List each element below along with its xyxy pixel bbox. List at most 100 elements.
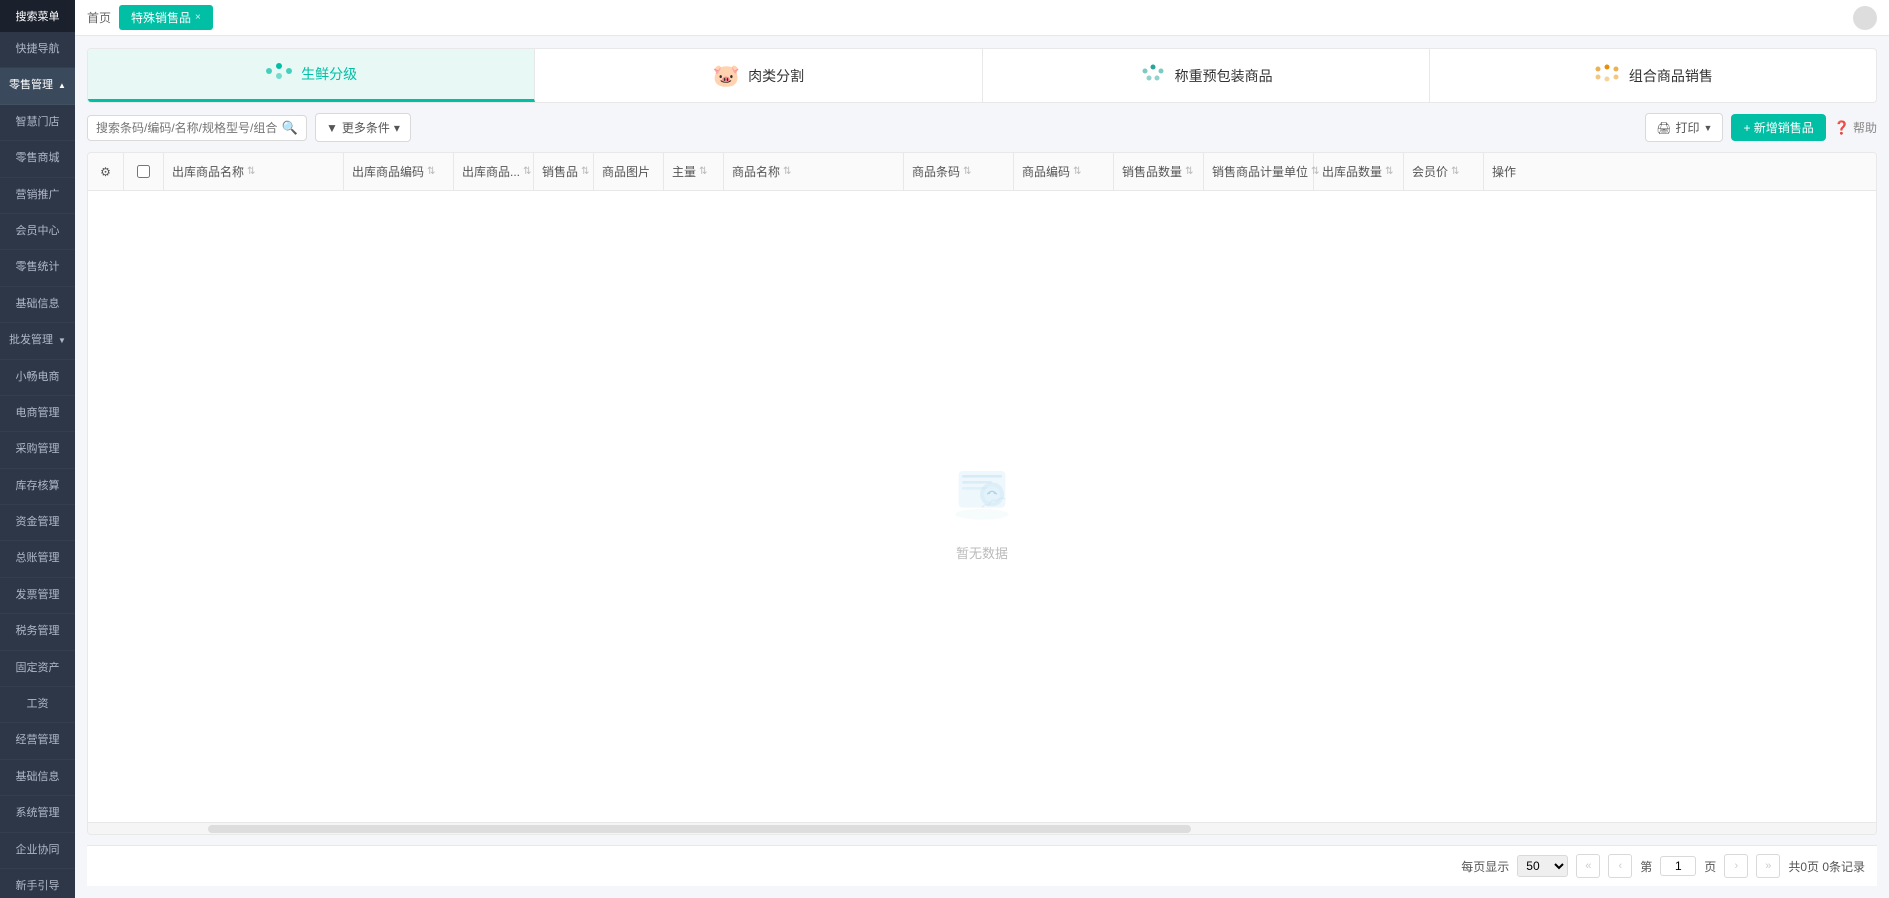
sidebar-item-label: 快捷导航 [16, 42, 60, 57]
fresh-grade-icon [265, 61, 293, 87]
sidebar-item-invoice-mgmt[interactable]: 发票管理 [0, 578, 75, 614]
sidebar-item-label: 小畅电商 [16, 370, 60, 385]
last-page-icon: » [1765, 860, 1771, 872]
topbar-current-tab[interactable]: 特殊销售品 × [119, 5, 213, 30]
prev-page-icon: ‹ [1618, 860, 1622, 872]
pagination: 每页显示 50 10 20 100 « ‹ 第 页 › » 共0页 0条记录 [87, 845, 1877, 886]
sidebar-item-tax-mgmt[interactable]: 税务管理 [0, 614, 75, 650]
search-input[interactable] [96, 121, 278, 135]
last-page-button[interactable]: » [1756, 854, 1780, 878]
toolbar: 🔍 ▼ 更多条件 ▾ 🖨 打印 ▼ + 新增销售品 ❓ 帮助 [87, 113, 1877, 142]
sort-icon[interactable]: ⇅ [427, 166, 435, 177]
sidebar-item-label: 基础信息 [16, 770, 60, 785]
th-product-name: 商品名称 ⇅ [724, 153, 904, 190]
sidebar-item-label: 工资 [27, 697, 49, 712]
table-header: ⚙ 出库商品名称 ⇅ 出库商品编码 ⇅ 出库商品... ⇅ [88, 153, 1876, 191]
print-label: 打印 [1676, 119, 1700, 136]
tab-combo[interactable]: 组合商品销售 [1430, 49, 1876, 102]
page-number-input[interactable] [1660, 856, 1696, 876]
combo-icon [1593, 63, 1621, 89]
sidebar-item-label: 企业协同 [16, 843, 60, 858]
th-barcode: 商品条码 ⇅ [904, 153, 1014, 190]
sidebar-item-label: 新手引导 [16, 879, 60, 894]
sort-icon[interactable]: ⇅ [247, 166, 255, 177]
next-page-icon: › [1734, 860, 1738, 872]
sidebar-item-salary[interactable]: 工资 [0, 687, 75, 723]
printer-icon: 🖨 [1656, 121, 1671, 135]
sidebar-item-general-ledger[interactable]: 总账管理 [0, 541, 75, 577]
tab-meat-cut[interactable]: 🐷 肉类分割 [535, 49, 982, 102]
sidebar-item-capital-mgmt[interactable]: 资金管理 [0, 505, 75, 541]
tab-fresh-grade[interactable]: 生鲜分级 [88, 49, 535, 102]
sidebar-item-label: 零售管理 [9, 78, 53, 93]
horizontal-scrollbar[interactable] [88, 822, 1876, 834]
help-button[interactable]: ❓ 帮助 [1834, 119, 1877, 136]
tab-weight-pack[interactable]: 称重预包装商品 [983, 49, 1430, 102]
scrollbar-track [208, 825, 1191, 833]
per-page-select[interactable]: 50 10 20 100 [1517, 855, 1568, 877]
sidebar-item-basic-info[interactable]: 基础信息 [0, 287, 75, 323]
topbar: 首页 特殊销售品 × [75, 0, 1889, 36]
next-page-button[interactable]: › [1724, 854, 1748, 878]
sort-icon[interactable]: ⇅ [963, 166, 971, 177]
close-tab-icon[interactable]: × [195, 12, 201, 23]
sort-icon[interactable]: ⇅ [1073, 166, 1081, 177]
sidebar-item-retail-mgmt[interactable]: 零售管理 ▲ [0, 68, 75, 104]
search-box[interactable]: 🔍 [87, 115, 307, 141]
sidebar-item-purchase-mgmt[interactable]: 采购管理 [0, 432, 75, 468]
sort-icon[interactable]: ⇅ [581, 166, 589, 177]
sidebar-item-inventory[interactable]: 库存核算 [0, 469, 75, 505]
sidebar-item-smart-store[interactable]: 智慧门店 [0, 105, 75, 141]
th-sales-unit: 销售商品计量单位 ⇅ [1204, 153, 1314, 190]
data-table: ⚙ 出库商品名称 ⇅ 出库商品编码 ⇅ 出库商品... ⇅ [87, 152, 1877, 835]
sort-icon[interactable]: ⇅ [783, 166, 791, 177]
th-settings[interactable]: ⚙ [88, 153, 124, 190]
print-button[interactable]: 🖨 打印 ▼ [1645, 113, 1723, 142]
pig-icon: 🐷 [713, 63, 740, 89]
sidebar-item-ops-mgmt[interactable]: 经营管理 [0, 723, 75, 759]
th-member-price-label: 会员价 [1412, 163, 1448, 180]
th-checkbox[interactable] [124, 153, 164, 190]
th-weight-label: 主量 [672, 163, 696, 180]
sidebar-item-sales-promo[interactable]: 营销推广 [0, 178, 75, 214]
empty-text: 暂无数据 [956, 543, 1008, 562]
sidebar-item-mini-ecom[interactable]: 小畅电商 [0, 360, 75, 396]
sidebar-item-retail-stats[interactable]: 零售统计 [0, 250, 75, 286]
first-page-button[interactable]: « [1576, 854, 1600, 878]
help-label: 帮助 [1853, 119, 1877, 136]
sidebar-item-label: 总账管理 [16, 551, 60, 566]
sidebar-item-label: 智慧门店 [16, 115, 60, 130]
select-all-checkbox[interactable] [137, 165, 150, 178]
sidebar-item-basic-info2[interactable]: 基础信息 [0, 760, 75, 796]
th-outlet-name: 出库商品名称 ⇅ [164, 153, 344, 190]
sidebar-item-sys-mgmt[interactable]: 系统管理 [0, 796, 75, 832]
th-sales: 销售品 ⇅ [534, 153, 594, 190]
sort-icon[interactable]: ⇅ [523, 166, 531, 177]
sort-icon[interactable]: ⇅ [1385, 166, 1393, 177]
sidebar-item-quick-nav[interactable]: 快捷导航 [0, 32, 75, 68]
sidebar-item-enterprise[interactable]: 企业协同 [0, 833, 75, 869]
prev-page-button[interactable]: ‹ [1608, 854, 1632, 878]
filter-button[interactable]: ▼ 更多条件 ▾ [315, 113, 411, 142]
th-product-name-label: 商品名称 [732, 163, 780, 180]
sidebar-item-ecom-mgmt[interactable]: 电商管理 [0, 396, 75, 432]
sidebar-logo[interactable]: 搜索菜单 [0, 0, 75, 32]
th-image-label: 商品图片 [602, 163, 650, 180]
sort-icon[interactable]: ⇅ [699, 166, 707, 177]
new-item-button[interactable]: + 新增销售品 [1731, 114, 1825, 141]
th-product-code-label: 商品编码 [1022, 163, 1070, 180]
sort-icon[interactable]: ⇅ [1185, 166, 1193, 177]
sidebar-item-fixed-assets[interactable]: 固定资产 [0, 651, 75, 687]
sidebar-item-label: 发票管理 [16, 588, 60, 603]
topbar-home-link[interactable]: 首页 [87, 9, 111, 26]
sidebar-item-new-guide[interactable]: 新手引导 [0, 869, 75, 898]
sidebar-item-retail-mall[interactable]: 零售商城 [0, 141, 75, 177]
sidebar-logo-text: 搜索菜单 [16, 8, 60, 24]
sort-icon[interactable]: ⇅ [1451, 166, 1459, 177]
sidebar-item-label: 批发管理 [9, 333, 53, 348]
sidebar-item-member-center[interactable]: 会员中心 [0, 214, 75, 250]
sidebar: 搜索菜单 快捷导航 零售管理 ▲ 智慧门店 零售商城 营销推广 会员中心 零售统… [0, 0, 75, 898]
tab-fresh-grade-label: 生鲜分级 [301, 64, 357, 84]
sidebar-item-wholesale-mgmt[interactable]: 批发管理 ▼ [0, 323, 75, 359]
toolbar-right: 🖨 打印 ▼ + 新增销售品 ❓ 帮助 [1645, 113, 1877, 142]
